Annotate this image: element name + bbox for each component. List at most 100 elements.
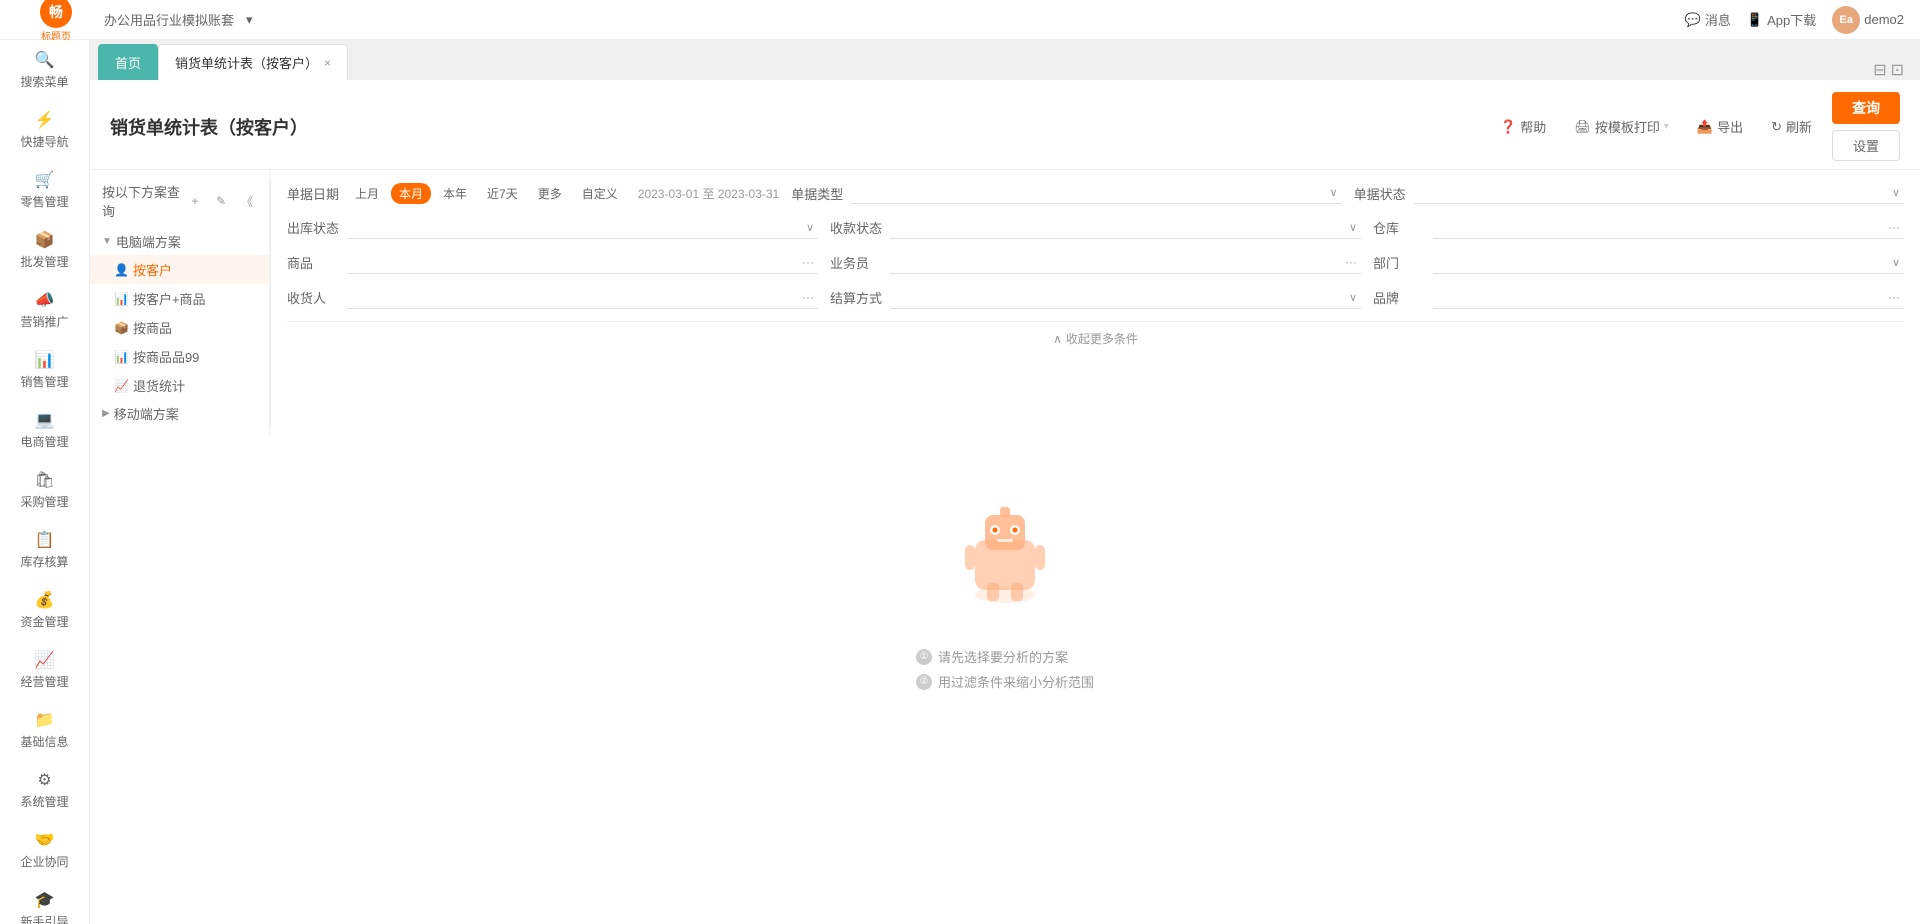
date-tab-this-month[interactable]: 本月 xyxy=(391,183,431,204)
sidebar-item-newbie[interactable]: 🎓 新手引导 xyxy=(4,882,85,924)
salesperson-filter[interactable]: ··· xyxy=(890,251,1361,274)
hint-2-text: 用过滤条件来缩小分析范围 xyxy=(938,672,1094,691)
topbar-dropdown-icon[interactable]: ▾ xyxy=(246,12,253,28)
desktop-group-header[interactable]: ▼ 电脑端方案 xyxy=(90,228,269,255)
tab-maximize-icon[interactable]: ⊡ xyxy=(1891,60,1904,80)
sidebar-item-inventory[interactable]: 📋 库存核算 xyxy=(4,522,85,578)
out-status-filter[interactable]: ∨ xyxy=(347,217,818,239)
app-icon: 📱 xyxy=(1747,12,1763,28)
scheme-collapse-button[interactable]: 《 xyxy=(237,191,257,211)
scheme-item-by-customer-goods[interactable]: 📊 按客户+商品 xyxy=(90,284,269,313)
warehouse-filter[interactable]: ··· xyxy=(1433,216,1904,239)
purchase-icon: 🛍 xyxy=(34,470,54,490)
mobile-group-header[interactable]: ▶ 移动端方案 xyxy=(90,400,269,427)
export-button[interactable]: 📤 导出 xyxy=(1689,113,1751,140)
scheme-actions: + ✎ 《 xyxy=(185,191,257,211)
filter-section: 按以下方案查询 + ✎ 《 xyxy=(90,170,1920,435)
by-goods-icon: 📦 xyxy=(114,321,129,335)
quick-nav-icon: ⚡ xyxy=(35,110,55,130)
settlement-filter[interactable]: ∨ xyxy=(890,287,1361,309)
filter-area: 单据日期 上月 本月 本年 近7天 更多 自定义 2023-03-01 至 20… xyxy=(271,170,1920,435)
message-button[interactable]: 💬 消息 xyxy=(1685,10,1731,29)
sidebar-item-finance[interactable]: 💰 资金管理 xyxy=(4,582,85,638)
collapse-icon: 《 xyxy=(241,193,253,210)
tab-report[interactable]: 销货单统计表（按客户） × xyxy=(158,44,348,80)
receiver-filter-group: 收货人 ··· xyxy=(287,286,818,309)
sidebar-item-marketing-label: 营销推广 xyxy=(20,313,68,330)
retail-icon: 🛒 xyxy=(35,170,55,190)
scheme-item-by-goods-99[interactable]: 📊 按商品品99 xyxy=(90,342,269,371)
refresh-icon: ↻ xyxy=(1771,119,1782,135)
scheme-item-by-customer[interactable]: 👤 按客户 xyxy=(90,255,269,284)
collapse-bar[interactable]: ∧ 收起更多条件 xyxy=(287,321,1904,355)
date-tab-last-month[interactable]: 上月 xyxy=(347,183,387,204)
receiver-more[interactable]: ··· xyxy=(802,290,814,304)
collect-status-filter[interactable]: ∨ xyxy=(890,217,1361,239)
sidebar-item-search-menu-label: 搜索菜单 xyxy=(20,73,68,90)
sidebar-item-purchase[interactable]: 🛍 采购管理 xyxy=(4,462,85,518)
by-customer-icon: 👤 xyxy=(114,263,129,277)
department-dropdown-arrow: ∨ xyxy=(1892,256,1900,269)
help-button[interactable]: ❓ 帮助 xyxy=(1492,113,1554,140)
collect-status-filter-group: 收款状态 ∨ xyxy=(830,217,1361,239)
brand-filter[interactable]: ··· xyxy=(1433,286,1904,309)
goods-more[interactable]: ··· xyxy=(802,255,814,269)
receiver-filter[interactable]: ··· xyxy=(347,286,818,309)
empty-hint-1: ① 请先选择要分析的方案 xyxy=(916,647,1094,666)
sidebar-item-marketing[interactable]: 📣 营销推广 xyxy=(4,282,85,338)
salesperson-more[interactable]: ··· xyxy=(1345,255,1357,269)
doc-status-filter-group: 单据状态 ∨ xyxy=(1354,182,1904,204)
edit-icon: ✎ xyxy=(216,194,226,208)
scheme-item-by-goods[interactable]: 📦 按商品 xyxy=(90,313,269,342)
date-tab-custom[interactable]: 自定义 xyxy=(574,183,626,204)
scheme-add-button[interactable]: + xyxy=(185,191,205,211)
sales-icon: 📊 xyxy=(35,350,55,370)
date-tab-more[interactable]: 更多 xyxy=(530,183,570,204)
sidebar-item-sales[interactable]: 📊 销售管理 xyxy=(4,342,85,398)
desktop-scheme-group: ▼ 电脑端方案 👤 按客户 📊 按客户+商品 xyxy=(90,228,269,400)
sidebar-item-ecommerce[interactable]: 💻 电商管理 xyxy=(4,402,85,458)
tab-close-icon[interactable]: × xyxy=(324,56,331,70)
department-filter[interactable]: ∨ xyxy=(1433,252,1904,274)
settings-button[interactable]: 设置 xyxy=(1832,130,1900,161)
doc-status-filter[interactable]: ∨ xyxy=(1414,182,1904,204)
mobile-group-name: 移动端方案 xyxy=(114,404,179,423)
sidebar-item-search-menu[interactable]: 🔍 搜索菜单 xyxy=(4,42,85,98)
tab-minimize-icon[interactable]: ⊟ xyxy=(1873,60,1886,80)
sidebar-item-quick-nav[interactable]: ⚡ 快捷导航 xyxy=(4,102,85,158)
doc-type-filter[interactable]: ∨ xyxy=(851,182,1341,204)
report-tab-label: 销货单统计表（按客户） xyxy=(175,53,318,72)
collect-status-dropdown-arrow: ∨ xyxy=(1349,221,1357,234)
warehouse-more[interactable]: ··· xyxy=(1888,220,1900,234)
by-goods-99-label: 按商品品99 xyxy=(133,347,199,366)
sidebar-item-wholesale[interactable]: 📦 批发管理 xyxy=(4,222,85,278)
warehouse-filter-group: 仓库 ··· xyxy=(1373,216,1904,239)
query-button[interactable]: 查询 xyxy=(1832,92,1900,124)
sidebar-item-system[interactable]: ⚙ 系统管理 xyxy=(4,762,85,818)
print-dropdown-icon[interactable]: ▾ xyxy=(1664,121,1669,132)
sidebar-item-basics[interactable]: 📁 基础信息 xyxy=(4,702,85,758)
print-template-button[interactable]: 🖨 按模板打印 ▾ xyxy=(1566,113,1677,140)
settlement-dropdown-arrow: ∨ xyxy=(1349,291,1357,304)
scheme-title: 按以下方案查询 xyxy=(102,182,185,220)
scheme-item-return-stats[interactable]: 📈 退货统计 xyxy=(90,371,269,400)
app-download-button[interactable]: 📱 App下载 xyxy=(1747,10,1816,29)
date-tab-7days[interactable]: 近7天 xyxy=(479,183,526,204)
refresh-button[interactable]: ↻ 刷新 xyxy=(1763,113,1820,140)
user-profile[interactable]: Ea demo2 xyxy=(1832,6,1904,34)
goods-label: 商品 xyxy=(287,253,347,272)
sidebar-item-enterprise[interactable]: 🤝 企业协同 xyxy=(4,822,85,878)
sidebar-item-purchase-label: 采购管理 xyxy=(20,493,68,510)
doc-status-dropdown-arrow: ∨ xyxy=(1892,186,1900,199)
empty-hint-2: ② 用过滤条件来缩小分析范围 xyxy=(916,672,1094,691)
sidebar-item-operations[interactable]: 📈 经营管理 xyxy=(4,642,85,698)
date-tab-this-year[interactable]: 本年 xyxy=(435,183,475,204)
brand-more[interactable]: ··· xyxy=(1888,290,1900,304)
scheme-edit-button[interactable]: ✎ xyxy=(211,191,231,211)
mobile-group-arrow: ▶ xyxy=(102,408,110,419)
date-filter: 上月 本月 本年 近7天 更多 自定义 2023-03-01 至 2023-03… xyxy=(347,183,779,204)
goods-filter[interactable]: ··· xyxy=(347,251,818,274)
tab-home[interactable]: 首页 xyxy=(98,44,158,80)
sidebar-item-retail[interactable]: 🛒 零售管理 xyxy=(4,162,85,218)
main-layout: 🔍 搜索菜单 ⚡ 快捷导航 🛒 零售管理 📦 批发管理 📣 营销推广 📊 xyxy=(0,40,1920,924)
